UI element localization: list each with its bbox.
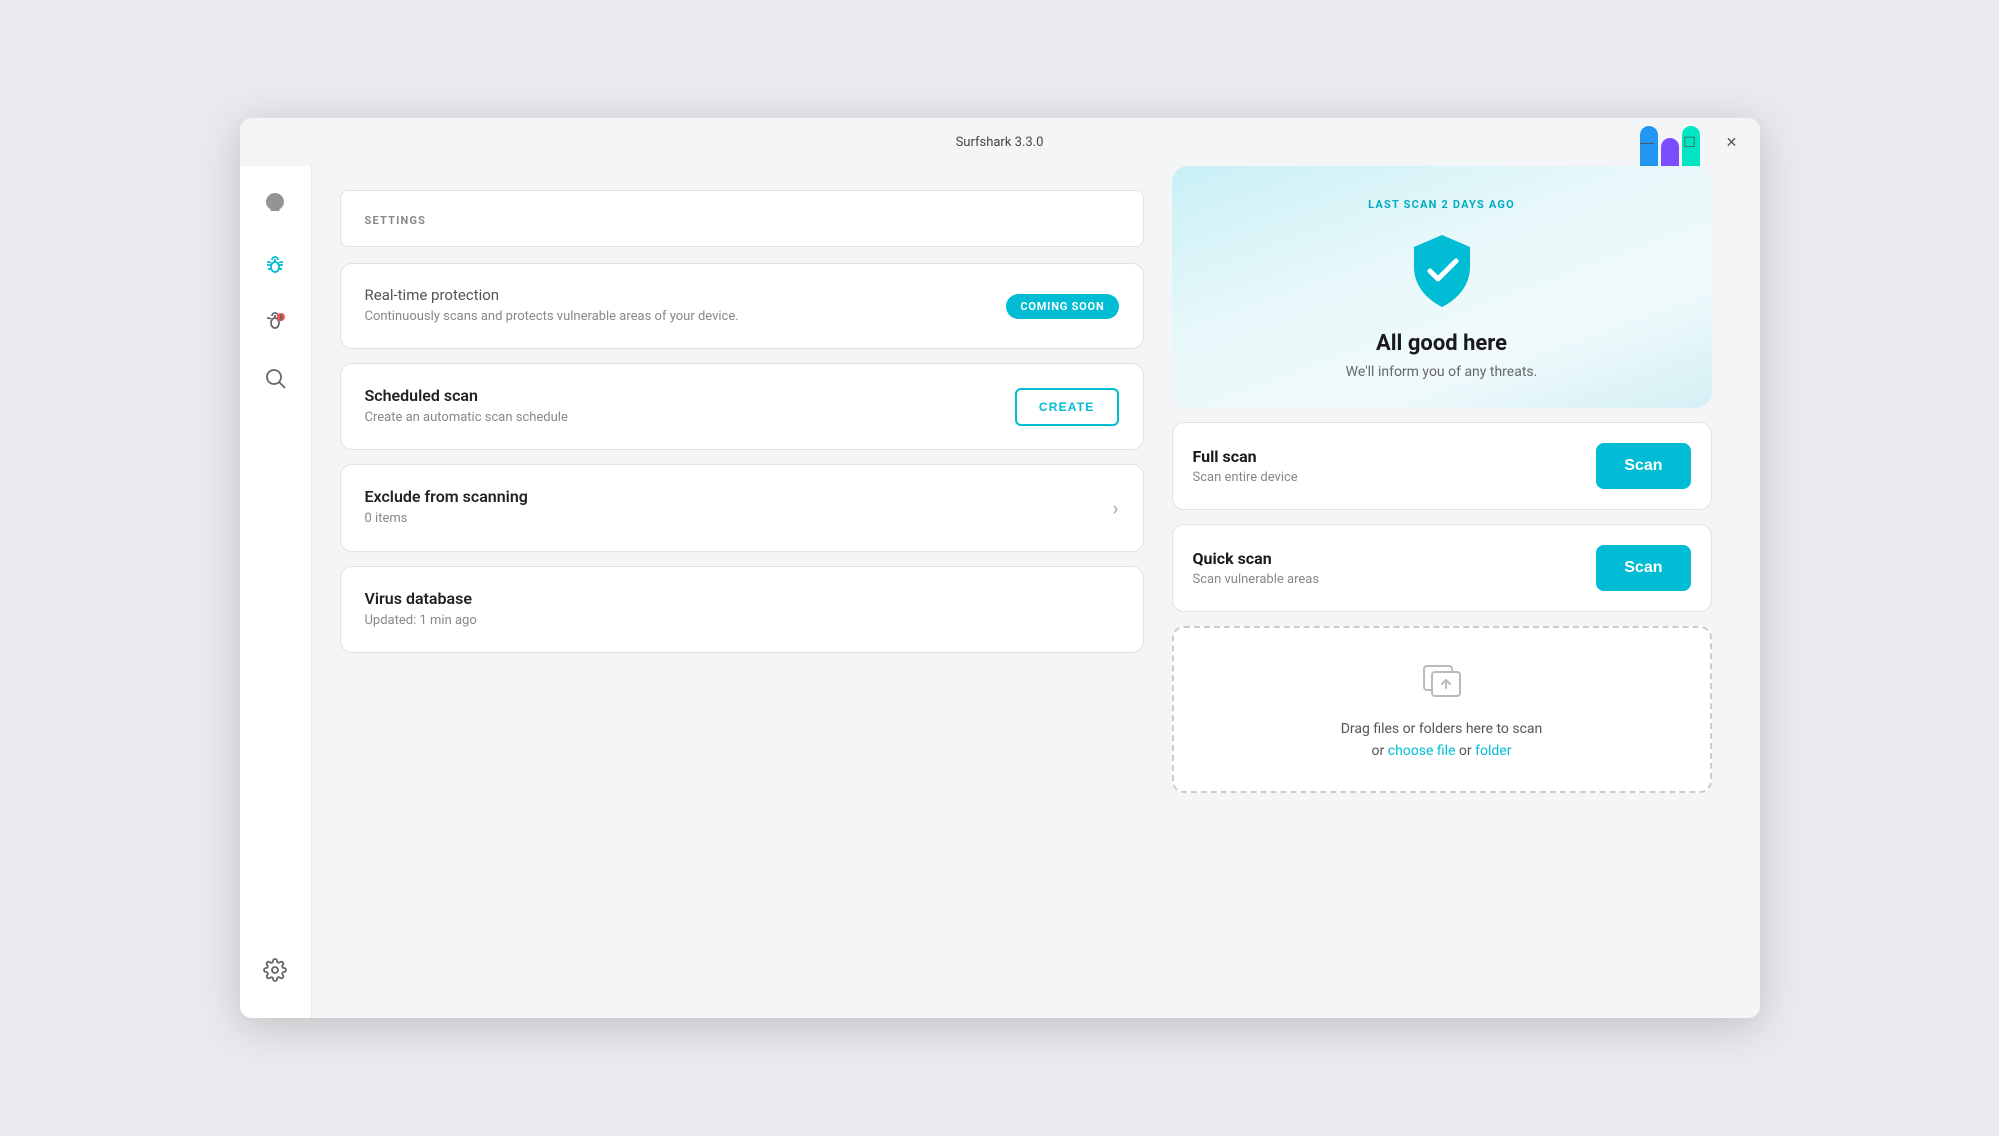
virus-database-card: Virus database Updated: 1 min ago [340, 566, 1144, 653]
app-window: Surfshark 3.3.0 — ☐ ✕ [240, 118, 1760, 1018]
right-panel: LAST SCAN 2 DAYS AGO All good here We'll… [1172, 166, 1732, 1018]
scheduled-title: Scheduled scan [365, 386, 1015, 405]
exclude-title: Exclude from scanning [365, 487, 1113, 506]
drag-drop-icon [1418, 656, 1466, 704]
status-subtitle: We'll inform you of any threats. [1346, 364, 1538, 380]
minimize-button[interactable]: — [1628, 126, 1668, 158]
status-card: LAST SCAN 2 DAYS AGO All good here We'll… [1172, 166, 1712, 408]
search-icon [263, 366, 287, 390]
realtime-subtitle: Continuously scans and protects vulnerab… [365, 308, 1007, 326]
quick-scan-description: Scan vulnerable areas [1193, 572, 1320, 587]
sidebar-item-antivirus[interactable] [251, 242, 299, 290]
full-scan-title: Full scan [1193, 447, 1298, 466]
exclude-card-content: Exclude from scanning 0 items [365, 487, 1113, 528]
scheduled-card-content: Scheduled scan Create an automatic scan … [365, 386, 1015, 427]
alert-bug-icon: ! [263, 310, 287, 334]
realtime-title: Real-time protection [365, 286, 1007, 304]
gear-icon [263, 958, 287, 982]
sidebar-item-search[interactable] [251, 354, 299, 402]
quick-scan-title: Quick scan [1193, 549, 1320, 568]
full-scan-description: Scan entire device [1193, 470, 1298, 485]
choose-file-link[interactable]: choose file [1388, 743, 1456, 759]
quick-scan-card: Quick scan Scan vulnerable areas Scan [1172, 524, 1712, 612]
window-controls: — ☐ ✕ [1628, 118, 1760, 166]
drag-drop-or2: or [1455, 743, 1475, 759]
status-title: All good here [1376, 331, 1507, 356]
drag-drop-card[interactable]: Drag files or folders here to scan or ch… [1172, 626, 1712, 793]
choose-folder-link[interactable]: folder [1475, 743, 1511, 759]
titlebar: Surfshark 3.3.0 — ☐ ✕ [240, 118, 1760, 166]
scheduled-scan-card: Scheduled scan Create an automatic scan … [340, 363, 1144, 450]
sidebar-logo[interactable] [251, 178, 299, 226]
virusdb-card-content: Virus database Updated: 1 min ago [365, 589, 1119, 630]
maximize-button[interactable]: ☐ [1670, 126, 1710, 158]
drag-drop-text: Drag files or folders here to scan or ch… [1341, 718, 1543, 763]
close-button[interactable]: ✕ [1712, 126, 1752, 158]
drag-drop-label: Drag files or folders here to scan [1341, 721, 1543, 737]
drag-drop-or-text: or [1372, 743, 1388, 759]
quick-scan-info: Quick scan Scan vulnerable areas [1193, 549, 1320, 587]
coming-soon-badge: COMING SOON [1006, 294, 1118, 319]
full-scan-button[interactable]: Scan [1596, 443, 1690, 489]
settings-header-card: SETTINGS [340, 190, 1144, 247]
full-scan-card: Full scan Scan entire device Scan [1172, 422, 1712, 510]
exclude-scanning-card[interactable]: Exclude from scanning 0 items › [340, 464, 1144, 551]
create-schedule-button[interactable]: CREATE [1015, 388, 1119, 426]
exclude-subtitle: 0 items [365, 510, 1113, 528]
realtime-protection-card: Real-time protection Continuously scans … [340, 263, 1144, 349]
sidebar: ! [240, 166, 312, 1018]
last-scan-label: LAST SCAN 2 DAYS AGO [1368, 198, 1515, 211]
left-panel: SETTINGS Real-time protection Continuous… [312, 166, 1172, 1018]
virusdb-subtitle: Updated: 1 min ago [365, 612, 1119, 630]
chevron-right-icon: › [1112, 496, 1118, 520]
window-title: Surfshark 3.3.0 [956, 135, 1044, 150]
scheduled-subtitle: Create an automatic scan schedule [365, 409, 1015, 427]
content-area: SETTINGS Real-time protection Continuous… [312, 166, 1760, 1018]
virusdb-title: Virus database [365, 589, 1119, 608]
shield-check-icon [1406, 231, 1478, 311]
sidebar-item-alerts[interactable]: ! [251, 298, 299, 346]
main-layout: ! [240, 166, 1760, 1018]
sidebar-item-settings[interactable] [251, 946, 299, 994]
shark-fin-icon [263, 190, 287, 214]
settings-header-text: SETTINGS [365, 214, 427, 227]
quick-scan-button[interactable]: Scan [1596, 545, 1690, 591]
realtime-card-content: Real-time protection Continuously scans … [365, 286, 1007, 326]
bug-icon [263, 254, 287, 278]
full-scan-info: Full scan Scan entire device [1193, 447, 1298, 485]
